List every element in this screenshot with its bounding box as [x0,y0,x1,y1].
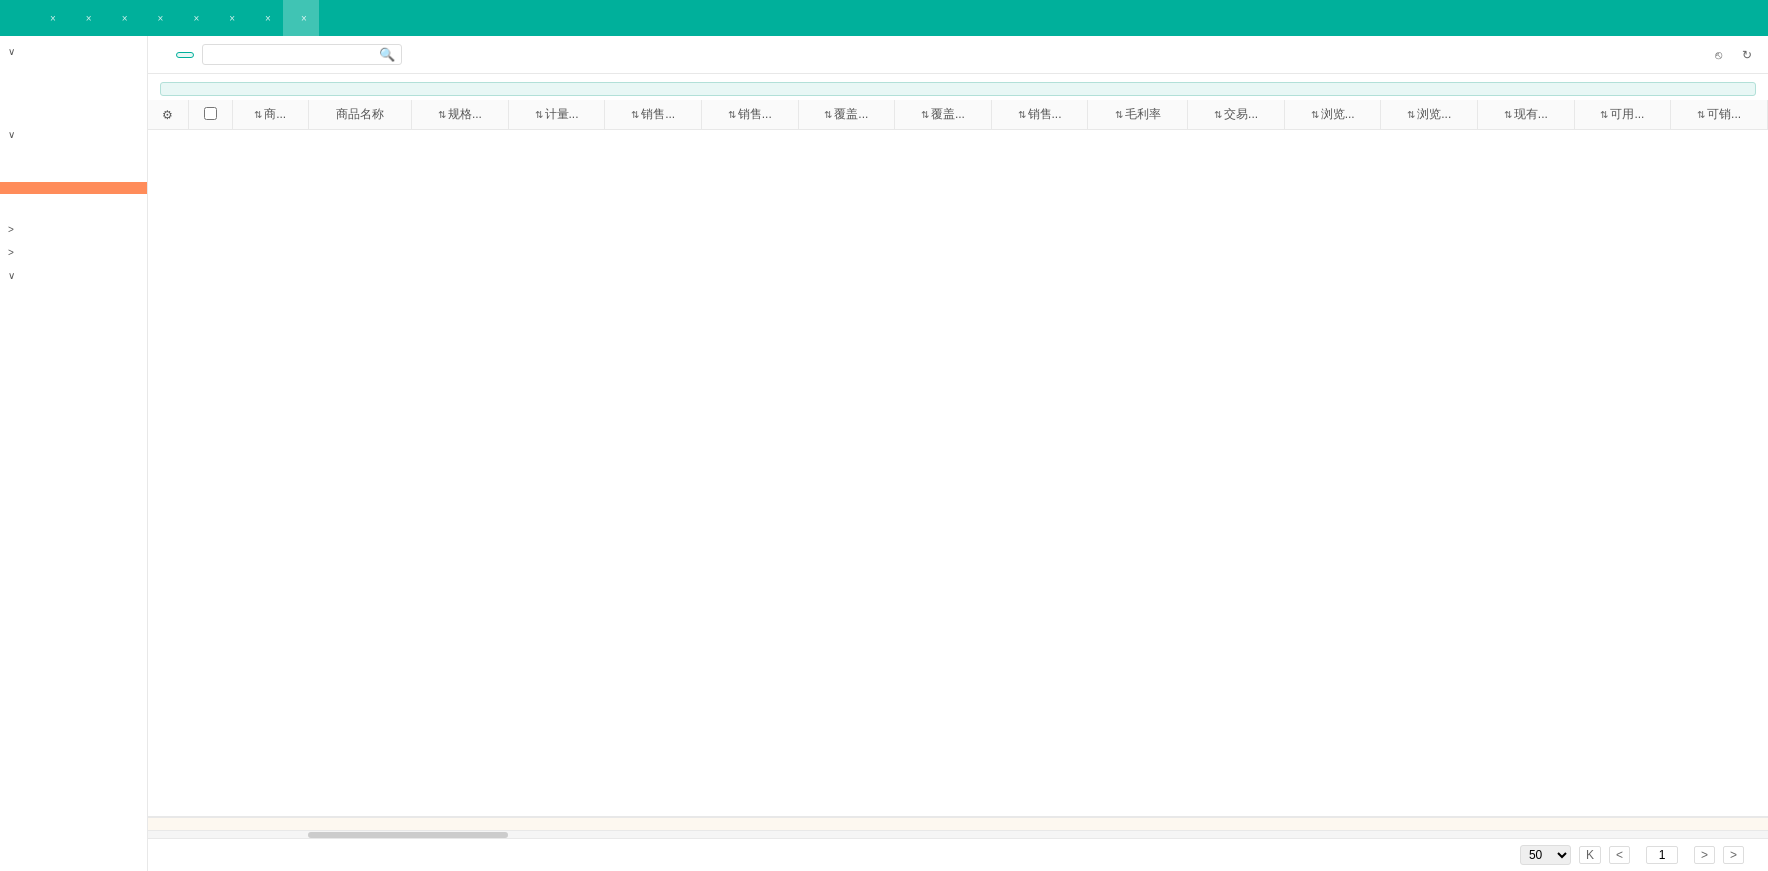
export-icon: ↻ [1742,48,1752,62]
last-page-button[interactable]: > [1723,846,1744,864]
pagination-bar: 50 100 200 K < > > [148,838,1768,871]
sales-qty-column-header[interactable]: ⇅销售... [605,100,702,130]
name-column-header[interactable]: 商品名称 [308,100,411,130]
sidebar-item-traded-goods[interactable] [0,75,147,87]
period-button[interactable] [176,52,194,58]
sidebar-item-new-goods[interactable] [0,299,147,311]
page-number-input[interactable] [1646,846,1678,864]
checkbox-column-header[interactable] [188,100,232,130]
share-button[interactable]: ⎋ [1715,48,1726,62]
export-button[interactable]: ↻ [1742,48,1756,62]
sidebar-section-marketing[interactable]: ∨ [0,264,147,287]
close-icon[interactable]: × [50,13,56,24]
sidebar-item-category-rate[interactable] [0,87,147,99]
close-icon[interactable]: × [301,13,307,24]
sidebar-item-low-coverage[interactable] [0,182,147,194]
trade-column-header[interactable]: ⇅交易... [1188,100,1285,130]
main-layout: ∨ ∨ > > ∨ [0,36,1768,871]
nav-tab-purchase[interactable]: × [68,0,104,36]
cover1-column-header[interactable]: ⇅覆盖... [798,100,895,130]
top-navigation: × × × × × × × × [0,0,1768,36]
sales-amt-column-header[interactable]: ⇅销售... [701,100,798,130]
select-all-checkbox[interactable] [204,107,217,120]
cover2-column-header[interactable]: ⇅覆盖... [895,100,992,130]
content-header: 🔍 ⎋ ↻ [148,36,1768,74]
view1-column-header[interactable]: ⇅浏览... [1284,100,1381,130]
next-page-button[interactable]: > [1694,846,1715,864]
info-banner [160,82,1756,96]
sidebar-item-low-value[interactable] [0,158,147,170]
table-container[interactable]: ⚙ ⇅商... 商品名称 ⇅规格... ⇅计量... ⇅销售... ⇅销售...… [148,100,1768,816]
close-icon[interactable]: × [229,13,235,24]
close-icon[interactable]: × [265,13,271,24]
share-icon: ⎋ [1715,48,1722,62]
settings-column-header[interactable]: ⚙ [148,100,188,130]
content-area: 🔍 ⎋ ↻ ⚙ ⇅ [148,36,1768,871]
nav-tab-analysis-list[interactable]: × [283,0,319,36]
sidebar-section-overall[interactable]: ∨ [0,40,147,63]
sidebar-item-high-margin[interactable] [0,194,147,206]
prev-page-button[interactable]: < [1609,846,1630,864]
data-table: ⚙ ⇅商... 商品名称 ⇅规格... ⇅计量... ⇅销售... ⇅销售...… [148,100,1768,130]
nav-tab-home[interactable] [8,0,32,36]
search-icon[interactable]: 🔍 [379,47,395,62]
close-icon[interactable]: × [122,13,128,24]
nav-tab-template[interactable]: × [211,0,247,36]
sidebar-section-circulation[interactable]: > [0,218,147,241]
close-icon[interactable]: × [158,13,164,24]
header-actions: ⎋ ↻ [1715,48,1756,62]
code-column-header[interactable]: ⇅商... [232,100,308,130]
sidebar-section-growth[interactable]: > [0,241,147,264]
chevron-down-icon: ∨ [8,46,15,57]
close-icon[interactable]: × [86,13,92,24]
sidebar-section-cluster[interactable]: ∨ [0,123,147,146]
nav-tab-sales[interactable]: × [32,0,68,36]
chevron-right-icon: > [8,224,14,235]
sidebar-item-high-coverage[interactable] [0,170,147,182]
spec-column-header[interactable]: ⇅规格... [412,100,509,130]
unit-column-header[interactable]: ⇅计量... [508,100,605,130]
table-footer [148,816,1768,830]
current-column-header[interactable]: ⇅现有... [1478,100,1575,130]
available-column-header[interactable]: ⇅可用... [1574,100,1671,130]
nav-tab-role[interactable]: × [140,0,176,36]
horizontal-scrollbar[interactable] [148,830,1768,838]
nav-tab-permission[interactable]: × [104,0,140,36]
chevron-right-icon: > [8,247,14,258]
page-size-select[interactable]: 50 100 200 [1520,845,1571,865]
view2-column-header[interactable]: ⇅浏览... [1381,100,1478,130]
sidebar-item-inventory-capital[interactable] [0,111,147,123]
sales3-column-header[interactable]: ⇅销售... [991,100,1088,130]
sidebar-item-low-margin[interactable] [0,206,147,218]
chevron-down-icon: ∨ [8,270,15,281]
search-box: 🔍 [202,44,402,65]
search-input[interactable] [209,48,379,62]
sidebar: ∨ ∨ > > ∨ [0,36,148,871]
nav-tab-analysis[interactable]: × [247,0,283,36]
sidebar-item-high-value[interactable] [0,146,147,158]
chevron-down-icon: ∨ [8,129,15,140]
gross-column-header[interactable]: ⇅毛利率 [1088,100,1188,130]
sidebar-item-stocked-goods[interactable] [0,99,147,111]
first-page-button[interactable]: K [1579,846,1601,864]
sidebar-item-sales-goods[interactable] [0,63,147,75]
sellable-column-header[interactable]: ⇅可销... [1671,100,1768,130]
sidebar-item-all-goods[interactable] [0,287,147,299]
nav-tab-warehouse[interactable]: × [175,0,211,36]
close-icon[interactable]: × [193,13,199,24]
